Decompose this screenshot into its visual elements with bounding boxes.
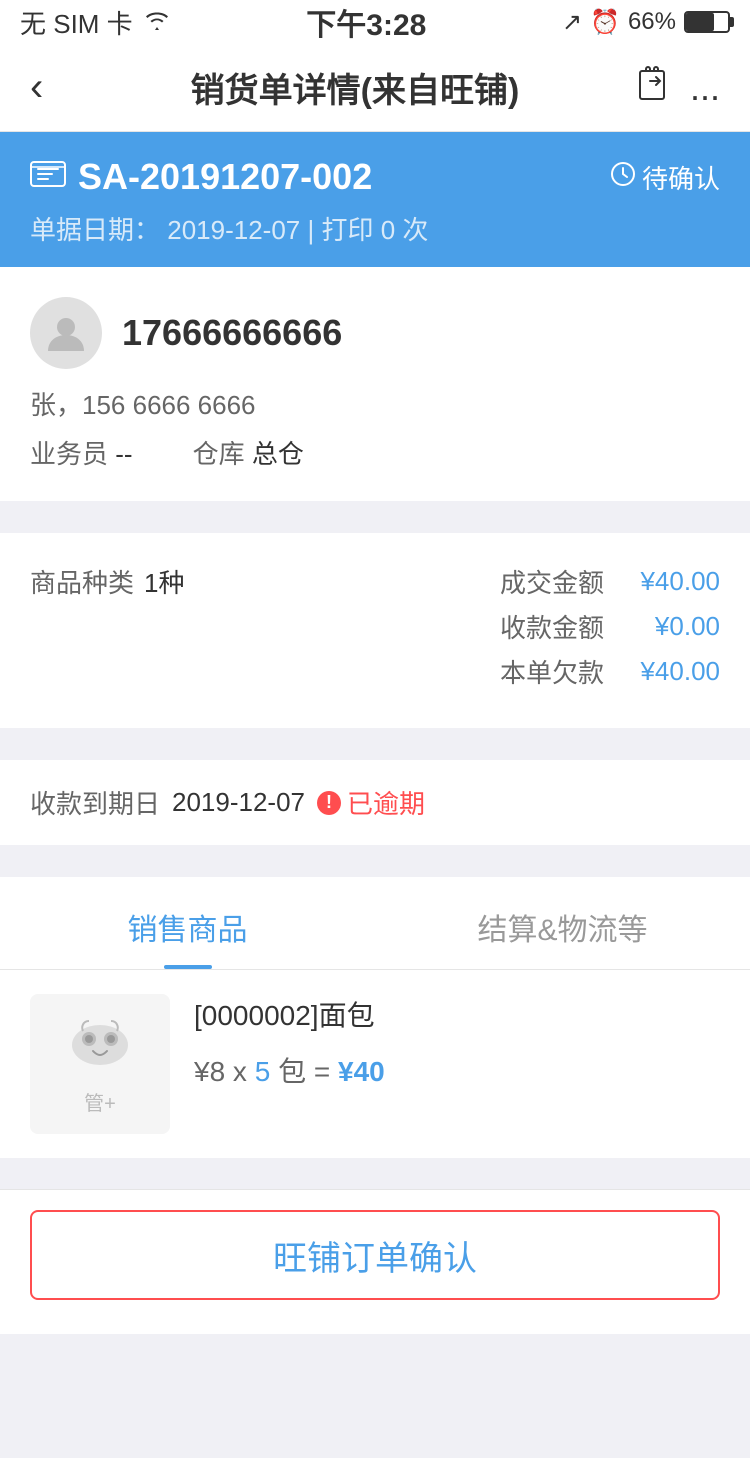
print-unit: 次 xyxy=(402,215,428,245)
nav-actions: ... xyxy=(620,65,720,110)
customer-contact: 张，156 6666 6666 xyxy=(30,385,720,422)
tabs-header: 销售商品 结算&物流等 xyxy=(0,877,750,970)
warehouse-value: 总仓 xyxy=(252,439,304,469)
sales-rep-label: 业务员 xyxy=(30,439,108,469)
brand-label: 管+ xyxy=(84,1087,116,1116)
tabs-section: 销售商品 结算&物流等 xyxy=(0,877,750,1158)
product-total-price: ¥40 xyxy=(338,1056,385,1087)
alarm-icon: ⏰ xyxy=(590,8,620,37)
overdue-dot-icon: ! xyxy=(317,791,341,815)
battery-percent: 66% xyxy=(628,8,676,36)
owed-amount-label: 本单欠款 xyxy=(500,653,604,690)
sales-rep-item: 业务员 -- xyxy=(30,434,133,471)
date-label: 单据日期： xyxy=(30,215,160,245)
overdue-badge: ! 已逾期 xyxy=(317,784,425,821)
product-info: [0000002]面包 ¥8 x 5 包 = ¥40 xyxy=(194,994,720,1090)
order-id: SA-20191207-002 xyxy=(30,156,372,198)
customer-meta: 业务员 -- 仓库 总仓 xyxy=(30,434,720,471)
status-bar-left: 无 SIM 卡 xyxy=(20,4,171,41)
product-qty-unit: 包 xyxy=(278,1056,306,1087)
order-date-line: 单据日期： 2019-12-07 | 打印 0 次 xyxy=(30,210,720,247)
nav-bar: ‹ 销货单详情(来自旺铺) ... xyxy=(0,44,750,132)
order-status: 待确认 xyxy=(610,159,720,196)
confirm-order-button[interactable]: 旺铺订单确认 xyxy=(30,1210,720,1300)
product-price-label: ¥8 x xyxy=(194,1056,255,1087)
location-icon: ↗ xyxy=(562,8,582,37)
due-date-label: 收款到期日 xyxy=(30,784,160,821)
sales-rep-value: -- xyxy=(115,439,132,469)
order-header: SA-20191207-002 待确认 单据日期： 2019-12-07 | 打… xyxy=(0,132,750,267)
customer-phone: 17666666666 xyxy=(122,312,342,354)
status-bar-time: 下午3:28 xyxy=(306,0,426,44)
owed-amount-value: ¥40.00 xyxy=(620,656,720,687)
product-name: [0000002]面包 xyxy=(194,994,720,1034)
bottom-bar: 旺铺订单确认 xyxy=(0,1189,750,1334)
due-date-section: 收款到期日 2019-12-07 ! 已逾期 xyxy=(0,760,750,845)
received-amount-value: ¥0.00 xyxy=(620,611,720,642)
brand-logo-icon xyxy=(65,1013,135,1081)
goods-type-row: 商品种类 1种 xyxy=(30,563,184,600)
order-header-top: SA-20191207-002 待确认 xyxy=(30,156,720,198)
wifi-icon xyxy=(143,7,171,38)
divider-2 xyxy=(0,728,750,744)
overdue-text: 已逾期 xyxy=(347,784,425,821)
battery-icon xyxy=(684,11,730,33)
print-separator: | xyxy=(307,215,321,245)
status-bar-right: ↗ ⏰ 66% xyxy=(562,8,730,37)
warehouse-label: 仓库 xyxy=(193,439,245,469)
divider-1 xyxy=(0,517,750,533)
customer-top: 17666666666 xyxy=(30,297,720,369)
more-icon[interactable]: ... xyxy=(690,67,720,109)
goods-type-label: 商品种类 xyxy=(30,563,134,600)
product-item: 管+ [0000002]面包 ¥8 x 5 包 = ¥40 xyxy=(0,970,750,1158)
owed-amount-row: 本单欠款 ¥40.00 xyxy=(500,653,720,690)
amounts-column: 成交金额 ¥40.00 收款金额 ¥0.00 本单欠款 ¥40.00 xyxy=(500,563,720,698)
date-value: 2019-12-07 xyxy=(167,215,300,245)
status-text: 待确认 xyxy=(642,159,720,196)
tab-settlement-logistics[interactable]: 结算&物流等 xyxy=(375,877,750,969)
print-count: 0 xyxy=(381,215,395,245)
transaction-amount-value: ¥40.00 xyxy=(620,566,720,597)
product-image-placeholder: 管+ xyxy=(65,1013,135,1116)
product-equals: = xyxy=(314,1056,338,1087)
divider-3 xyxy=(0,845,750,861)
share-icon[interactable] xyxy=(634,65,670,110)
clock-icon xyxy=(610,161,636,194)
product-image: 管+ xyxy=(30,994,170,1134)
order-id-icon xyxy=(30,156,66,198)
customer-section: 17666666666 张，156 6666 6666 业务员 -- 仓库 总仓 xyxy=(0,267,750,501)
order-number: SA-20191207-002 xyxy=(78,156,372,198)
transaction-amount-label: 成交金额 xyxy=(500,563,604,600)
avatar xyxy=(30,297,102,369)
nav-title: 销货单详情(来自旺铺) xyxy=(90,63,620,112)
goods-type-value: 1种 xyxy=(144,563,184,600)
status-bar: 无 SIM 卡 下午3:28 ↗ ⏰ 66% xyxy=(0,0,750,44)
summary-row: 商品种类 1种 成交金额 ¥40.00 收款金额 ¥0.00 本单欠款 ¥40.… xyxy=(30,563,720,698)
carrier-text: 无 SIM 卡 xyxy=(20,4,133,41)
transaction-amount-row: 成交金额 ¥40.00 xyxy=(500,563,720,600)
tab-sales-products[interactable]: 销售商品 xyxy=(0,877,375,969)
received-amount-label: 收款金额 xyxy=(500,608,604,645)
received-amount-row: 收款金额 ¥0.00 xyxy=(500,608,720,645)
warehouse-item: 仓库 总仓 xyxy=(193,434,304,471)
product-qty: 5 xyxy=(255,1056,271,1087)
due-date-value: 2019-12-07 xyxy=(172,787,305,818)
product-price-line: ¥8 x 5 包 = ¥40 xyxy=(194,1050,720,1090)
print-label: 打印 xyxy=(321,215,373,245)
summary-section: 商品种类 1种 成交金额 ¥40.00 收款金额 ¥0.00 本单欠款 ¥40.… xyxy=(0,533,750,728)
back-button[interactable]: ‹ xyxy=(30,65,90,110)
